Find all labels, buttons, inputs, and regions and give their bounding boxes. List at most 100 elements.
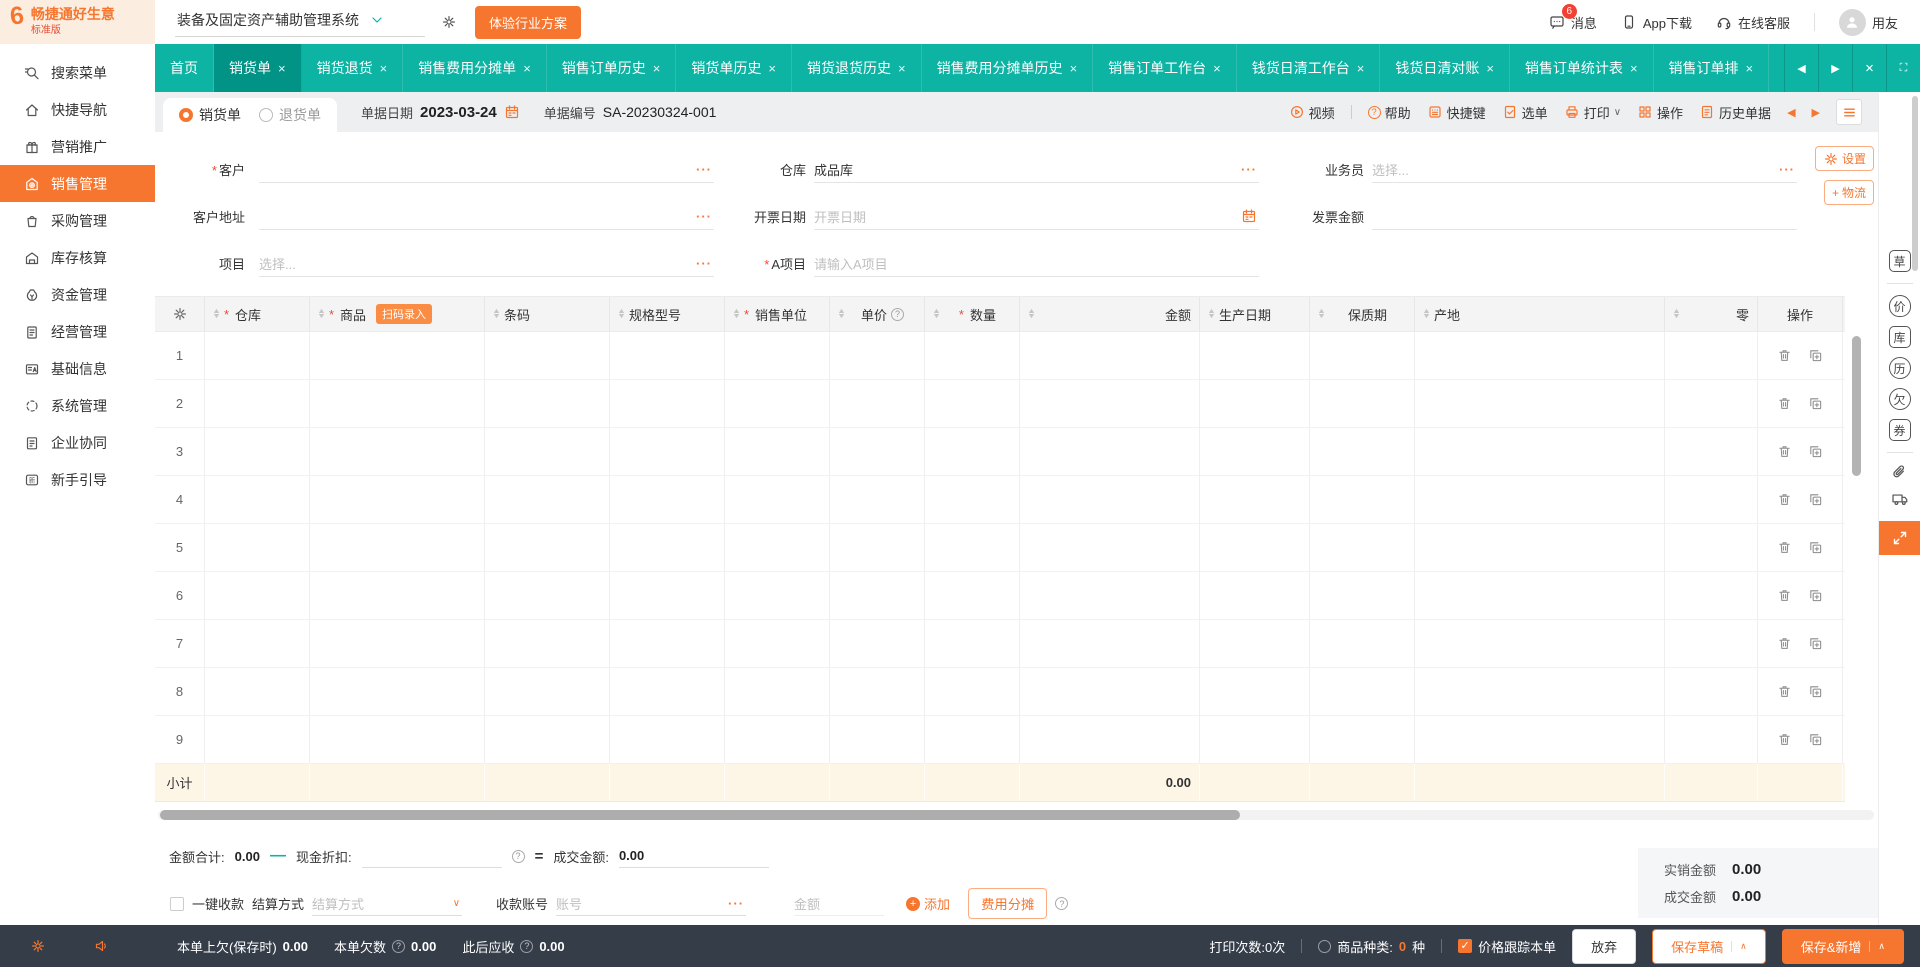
tab-钱货日清工作台[interactable]: 钱货日清工作台 × [1237,44,1381,92]
cell-仓库[interactable] [205,332,310,379]
cell-条码[interactable] [485,668,610,715]
cell-金额[interactable] [1020,380,1200,427]
cell-数量[interactable] [925,572,1020,619]
sidebar-item-采购管理[interactable]: 采购管理 [0,202,155,239]
calendar-icon[interactable] [504,104,520,120]
cell-条码[interactable] [485,572,610,619]
cell-商品[interactable] [310,524,485,571]
cell-销售单位[interactable] [725,620,830,667]
copy-row-icon[interactable] [1808,348,1823,363]
help-icon[interactable]: ? [890,307,904,321]
cash-discount-input[interactable] [361,844,502,868]
delete-row-icon[interactable] [1777,492,1792,507]
cell-生产日期[interactable] [1200,332,1310,379]
help-icon[interactable]: ? [511,849,525,863]
stock-icon[interactable]: 库 [1888,326,1911,348]
cell-规格型号[interactable] [610,572,725,619]
help-icon[interactable]: ? [1055,897,1069,910]
cell-产地[interactable] [1415,332,1665,379]
tab-销货退货[interactable]: 销货退货 × [302,44,404,92]
doc-date-value[interactable]: 2023-03-24 [420,104,497,121]
logistics-button[interactable]: + 物流 [1823,180,1874,205]
tab-销货退货历史[interactable]: 销货退货历史 × [792,44,922,92]
cell-产地[interactable] [1415,380,1665,427]
tab-close-icon[interactable]: × [653,61,661,76]
video-button[interactable]: 视频 [1289,103,1335,122]
cell-销售单位[interactable] [725,572,830,619]
delete-row-icon[interactable] [1777,732,1792,747]
row-actions[interactable] [1758,428,1843,475]
cell-保质期[interactable] [1310,620,1415,667]
online-service-button[interactable]: 在线客服 [1716,13,1790,32]
row-actions[interactable] [1758,716,1843,763]
cell-规格型号[interactable] [610,380,725,427]
column-header-操作[interactable]: 操作 [1758,297,1843,331]
page-scrollbar[interactable] [1912,96,1918,271]
sidebar-item-销售管理[interactable]: 销售管理 [0,165,155,202]
tab-close-icon[interactable]: × [1630,61,1638,76]
cell-单价[interactable] [830,668,925,715]
cell-条码[interactable] [485,620,610,667]
sort-icon[interactable]: ▲ ▼ [212,308,221,320]
cell-零[interactable] [1665,572,1758,619]
cell-数量[interactable] [925,428,1020,475]
sidebar-item-搜索菜单[interactable]: 搜索菜单 [0,54,155,91]
cell-数量[interactable] [925,620,1020,667]
copy-row-icon[interactable] [1808,684,1823,699]
row-actions[interactable] [1758,668,1843,715]
cell-零[interactable] [1665,668,1758,715]
ellipsis-picker-icon[interactable]: ··· [696,256,712,271]
a-project-input[interactable]: 请输入A项目 [814,251,1259,277]
cell-规格型号[interactable] [610,620,725,667]
payment-amount-input[interactable]: 金额 [794,892,885,916]
sort-icon[interactable]: ▲ ▼ [492,308,501,320]
invoice-amount-input[interactable] [1372,204,1797,230]
column-header-销售单位[interactable]: ▲ ▼ * 销售单位 [725,297,830,331]
tab-scroll-right-button[interactable]: ▶ [1818,44,1852,92]
cell-单价[interactable] [830,620,925,667]
sidebar-item-营销推广[interactable]: 营销推广 [0,128,155,165]
cell-金额[interactable] [1020,668,1200,715]
cell-零[interactable] [1665,476,1758,523]
cell-金额[interactable] [1020,428,1200,475]
cell-生产日期[interactable] [1200,476,1310,523]
cell-条码[interactable] [485,332,610,379]
cell-单价[interactable] [830,716,925,763]
app-download-button[interactable]: App下载 [1621,13,1692,32]
cell-规格型号[interactable] [610,716,725,763]
radio-sale-order[interactable]: 销货单 [179,105,241,125]
tab-销售订单历史[interactable]: 销售订单历史 × [547,44,677,92]
copy-row-icon[interactable] [1808,732,1823,747]
cell-零[interactable] [1665,428,1758,475]
cell-销售单位[interactable] [725,668,830,715]
cell-规格型号[interactable] [610,428,725,475]
cell-金额[interactable] [1020,716,1200,763]
row-actions[interactable] [1758,524,1843,571]
cell-销售单位[interactable] [725,332,830,379]
delete-row-icon[interactable] [1777,684,1792,699]
cell-产地[interactable] [1415,524,1665,571]
prev-doc-button[interactable]: ◀ [1787,106,1795,119]
cell-规格型号[interactable] [610,476,725,523]
account-input[interactable]: 账号 ··· [556,892,747,916]
tab-close-icon[interactable]: × [1357,61,1365,76]
table-horizontal-scrollbar[interactable] [158,810,1874,820]
cell-数量[interactable] [925,476,1020,523]
add-payment-button[interactable]: + 添加 [906,894,950,913]
salesman-input[interactable]: 选择... ··· [1372,157,1797,183]
ellipsis-picker-icon[interactable]: ··· [1779,162,1795,177]
attachment-icon[interactable] [1891,464,1908,481]
sidebar-item-资金管理[interactable]: 资金管理 [0,276,155,313]
cell-仓库[interactable] [205,620,310,667]
delete-row-icon[interactable] [1777,444,1792,459]
help-icon[interactable]: ? [392,939,405,953]
cell-零[interactable] [1665,716,1758,763]
customer-input[interactable]: ··· [259,157,714,183]
tab-scroll-left-button[interactable]: ◀ [1784,44,1818,92]
cell-生产日期[interactable] [1200,572,1310,619]
cell-产地[interactable] [1415,428,1665,475]
list-view-toggle[interactable] [1836,99,1862,125]
sort-icon[interactable]: ▲ ▼ [317,308,326,320]
cell-单价[interactable] [830,476,925,523]
scrollbar-thumb[interactable] [160,810,1240,820]
